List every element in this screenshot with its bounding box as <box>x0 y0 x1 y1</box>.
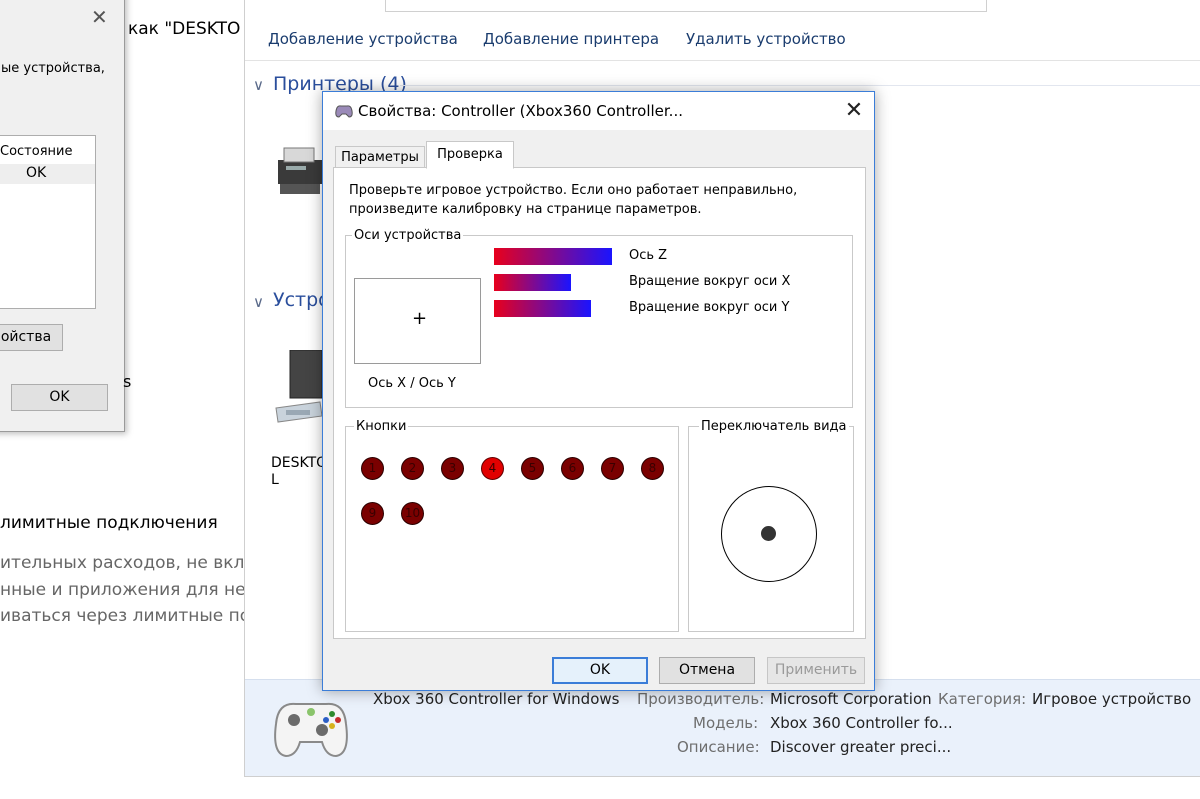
buttons-group-label: Кнопки <box>354 419 409 434</box>
axes-group-label: Оси устройства <box>352 228 464 243</box>
game-button-9: 9 <box>361 502 384 525</box>
backdrop-as-desktop: как "DESKTO <box>128 19 241 39</box>
category-value: Игровое устройство <box>1032 690 1192 708</box>
laptop-icon[interactable] <box>274 349 324 430</box>
category-label: Категория: <box>938 690 1027 708</box>
game-button-3: 3 <box>441 457 464 480</box>
pov-center-dot <box>761 526 776 541</box>
tab-parameters[interactable]: Параметры <box>335 146 425 168</box>
model-value: Xbox 360 Controller fo... <box>770 714 953 732</box>
column-header-status[interactable]: Состояние <box>0 144 72 159</box>
close-icon[interactable]: ✕ <box>839 96 869 126</box>
close-icon[interactable]: ✕ <box>91 5 108 29</box>
properties-dialog: Свойства: Controller (Xbox360 Controller… <box>322 91 875 691</box>
properties-button[interactable]: ойства <box>0 324 63 351</box>
printer-icon[interactable] <box>274 140 324 200</box>
z-axis-bar <box>494 248 612 265</box>
metered-text-line-1: ительных расходов, не вкл <box>0 553 245 573</box>
description-label: Описание: <box>677 738 760 756</box>
ok-button[interactable]: OK <box>552 657 648 684</box>
add-printer-command[interactable]: Добавление принтера <box>483 30 659 48</box>
manufacturer-value: Microsoft Corporation <box>770 690 932 708</box>
gamepad-title-icon <box>334 102 354 120</box>
command-separator <box>245 60 1200 61</box>
y-rotation-label: Вращение вокруг оси Y <box>629 300 790 315</box>
metered-text-line-3: иваться через лимитные по <box>0 606 251 626</box>
stray-text: s <box>123 372 132 391</box>
game-button-1: 1 <box>361 457 384 480</box>
left-dialog: ✕ ые устройства, Состояние OK ойства OK <box>0 0 125 432</box>
group-divider <box>400 85 1200 86</box>
intro-line-2: произведите калибровку на странице парам… <box>349 202 702 217</box>
device-label-line-1: DESKTO <box>271 455 328 471</box>
game-button-2: 2 <box>401 457 424 480</box>
x-rotation-bar <box>494 274 571 291</box>
dialog-title: Свойства: Controller (Xbox360 Controller… <box>358 102 683 120</box>
address-back-arrow[interactable]: ◂ <box>362 0 369 4</box>
remove-device-command[interactable]: Удалить устройство <box>686 30 846 48</box>
crosshair: + <box>412 308 428 329</box>
row-status: OK <box>26 165 47 181</box>
chevron-down-icon[interactable]: ∨ <box>253 293 264 311</box>
buttons-group <box>345 426 679 632</box>
model-label: Модель: <box>693 714 759 732</box>
game-button-10: 10 <box>401 502 424 525</box>
tab-test[interactable]: Проверка <box>426 141 514 169</box>
cancel-button[interactable]: Отмена <box>659 657 755 684</box>
intro-line-1: Проверьте игровое устройство. Если оно р… <box>349 183 798 198</box>
apply-button[interactable]: Применить <box>767 657 865 684</box>
manufacturer-label: Производитель: <box>637 690 765 708</box>
game-button-8: 8 <box>641 457 664 480</box>
gamepad-icon <box>266 684 356 764</box>
device-label-desktop[interactable]: DESKTO L <box>271 455 327 489</box>
pov-group-label: Переключатель вида <box>699 419 849 434</box>
description-value: Discover greater preci... <box>770 738 952 756</box>
device-list[interactable]: Состояние OK <box>0 135 96 309</box>
list-row[interactable] <box>0 164 95 184</box>
z-axis-label: Ось Z <box>629 248 668 263</box>
left-ok-button[interactable]: OK <box>11 384 108 411</box>
y-rotation-bar <box>494 300 591 317</box>
metered-connections-heading: лимитные подключения <box>0 513 218 533</box>
device-label-line-2: L <box>271 472 279 488</box>
game-button-5: 5 <box>521 457 544 480</box>
game-button-7: 7 <box>601 457 624 480</box>
address-bar[interactable] <box>385 0 987 12</box>
game-button-6: 6 <box>561 457 584 480</box>
xy-axis-label: Ось X / Ось Y <box>368 376 456 391</box>
game-button-4: 4 <box>481 457 504 480</box>
metered-text-line-2: нные и приложения для не <box>0 580 246 600</box>
chevron-down-icon[interactable]: ∨ <box>253 76 264 94</box>
add-device-command[interactable]: Добавление устройства <box>268 30 458 48</box>
tab-panel: Проверьте игровое устройство. Если оно р… <box>333 167 866 639</box>
x-rotation-label: Вращение вокруг оси X <box>629 274 791 289</box>
device-name: Xbox 360 Controller for Windows <box>373 690 620 708</box>
left-dialog-text: ые устройства, <box>1 61 105 76</box>
